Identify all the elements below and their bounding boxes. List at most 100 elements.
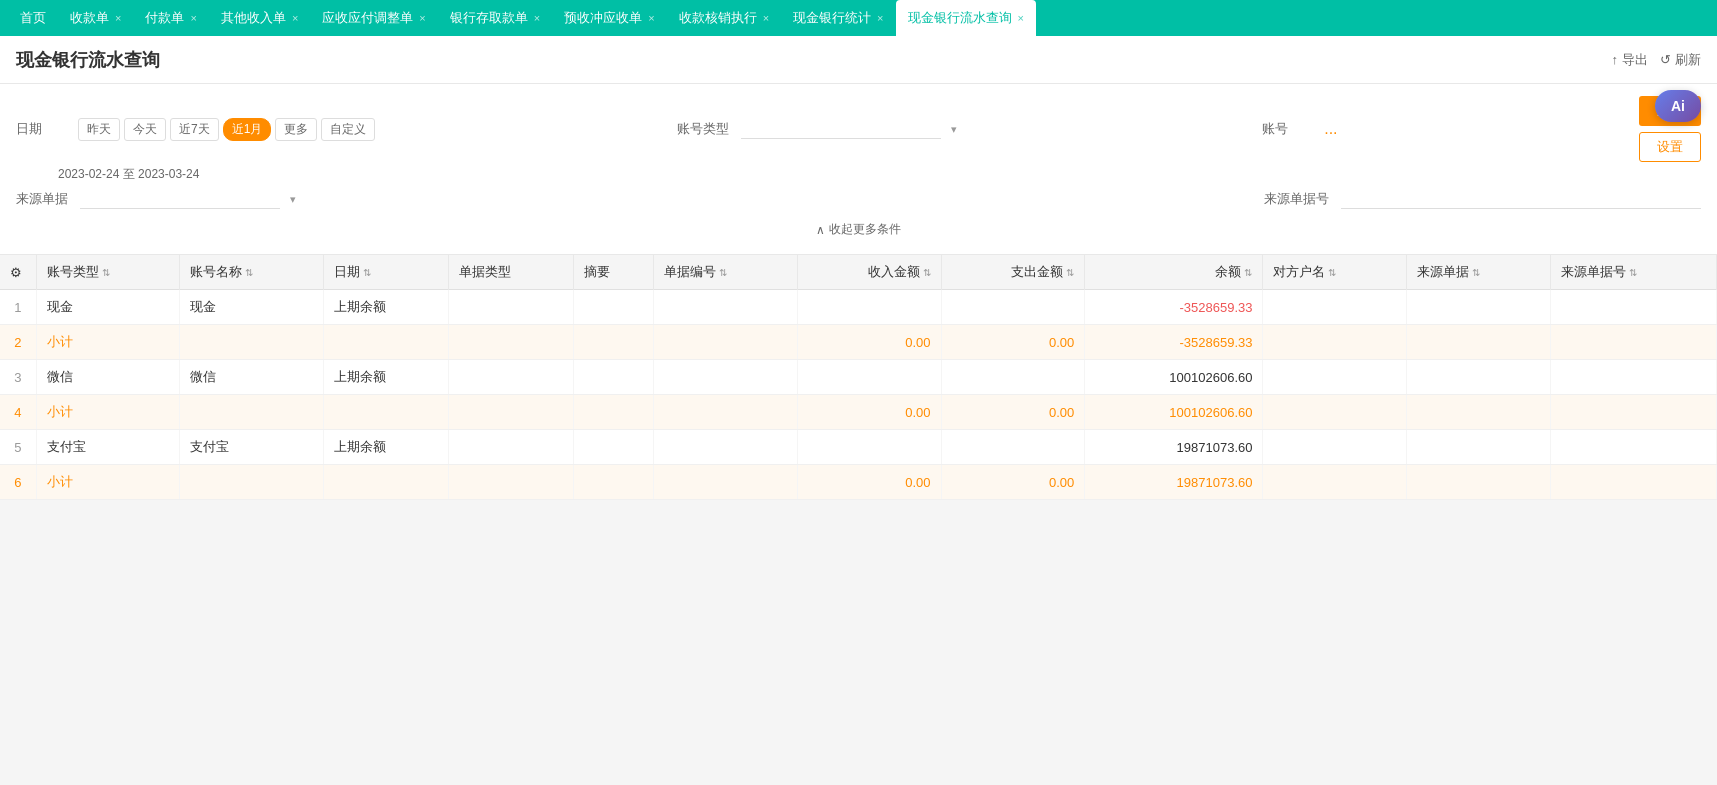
sort-icon-account-type[interactable]: ⇅	[102, 267, 110, 278]
nav-prepay[interactable]: 预收冲应收单 ×	[552, 0, 666, 36]
cell-account-type: 小计	[36, 395, 180, 430]
sort-icon-balance[interactable]: ⇅	[1244, 267, 1252, 278]
nav-prepay-close[interactable]: ×	[648, 0, 654, 36]
sort-icon-source-doc-no[interactable]: ⇅	[1629, 267, 1637, 278]
nav-fukuan[interactable]: 付款单 ×	[133, 0, 208, 36]
export-icon: ↑	[1612, 52, 1619, 67]
col-income: 收入金额⇅	[797, 255, 941, 290]
filter-row-2: 来源单据 来源单据号	[16, 189, 1701, 209]
sort-icon-account-name[interactable]: ⇅	[245, 267, 253, 278]
cell-date	[323, 325, 448, 360]
source-doc-label: 来源单据	[16, 190, 68, 208]
account-label: 账号	[1262, 120, 1312, 138]
cell-expense: 0.00	[941, 325, 1085, 360]
nav-adjust-label: 应收应付调整单	[322, 0, 413, 36]
cell-counterparty	[1263, 325, 1407, 360]
page-title: 现金银行流水查询	[16, 48, 160, 72]
cell-expense	[941, 360, 1085, 395]
date-btn-today[interactable]: 今天	[124, 118, 166, 141]
nav-cashflow[interactable]: 现金银行流水查询 ×	[896, 0, 1036, 36]
nav-stats-close[interactable]: ×	[877, 0, 883, 36]
collapse-bar[interactable]: ∧ 收起更多条件	[16, 217, 1701, 242]
table-row: 1现金现金上期余额-3528659.33	[0, 290, 1717, 325]
cell-doc-no	[654, 465, 798, 500]
col-source-doc: 来源单据⇅	[1407, 255, 1551, 290]
sort-icon-income[interactable]: ⇅	[923, 267, 931, 278]
nav-adjust-close[interactable]: ×	[419, 0, 425, 36]
cell-income	[797, 430, 941, 465]
date-btn-week[interactable]: 近7天	[170, 118, 219, 141]
nav-home[interactable]: 首页	[8, 0, 58, 36]
nav-collection-close[interactable]: ×	[763, 0, 769, 36]
account-dots[interactable]: ...	[1324, 120, 1337, 138]
nav-fukuan-close[interactable]: ×	[190, 0, 196, 36]
nav-stats[interactable]: 现金银行统计 ×	[781, 0, 895, 36]
row-number: 2	[0, 325, 36, 360]
col-summary: 摘要	[573, 255, 653, 290]
cell-doc-no	[654, 325, 798, 360]
nav-bank-deposit-close[interactable]: ×	[534, 0, 540, 36]
cell-source-doc-no	[1550, 395, 1716, 430]
export-button[interactable]: ↑ 导出	[1612, 51, 1649, 69]
sort-icon-date[interactable]: ⇅	[363, 267, 371, 278]
nav-other-income-close[interactable]: ×	[292, 0, 298, 36]
row-number: 5	[0, 430, 36, 465]
cell-account-name: 支付宝	[180, 430, 324, 465]
sort-icon-counterparty[interactable]: ⇅	[1328, 267, 1336, 278]
cell-income	[797, 360, 941, 395]
cell-expense	[941, 290, 1085, 325]
row-number: 1	[0, 290, 36, 325]
cell-income: 0.00	[797, 325, 941, 360]
cell-account-name	[180, 465, 324, 500]
account-type-select[interactable]	[741, 119, 941, 139]
nav-collection[interactable]: 收款核销执行 ×	[667, 0, 781, 36]
cell-date: 上期余额	[323, 360, 448, 395]
row-number: 3	[0, 360, 36, 395]
sort-icon-doc-no[interactable]: ⇅	[719, 267, 727, 278]
nav-adjust[interactable]: 应收应付调整单 ×	[310, 0, 437, 36]
cell-source-doc-no	[1550, 290, 1716, 325]
col-settings[interactable]: ⚙	[0, 255, 36, 290]
nav-other-income[interactable]: 其他收入单 ×	[209, 0, 310, 36]
date-btn-yesterday[interactable]: 昨天	[78, 118, 120, 141]
cell-summary	[573, 360, 653, 395]
date-btn-month[interactable]: 近1月	[223, 118, 272, 141]
settings-button[interactable]: 设置	[1639, 132, 1701, 162]
col-doc-type: 单据类型	[448, 255, 573, 290]
col-settings-icon: ⚙	[10, 265, 22, 280]
source-doc-select[interactable]	[80, 189, 280, 209]
cell-income	[797, 290, 941, 325]
date-range-display: 2023-02-24 至 2023-03-24	[58, 167, 199, 181]
nav-shoukuan-label: 收款单	[70, 0, 109, 36]
cell-source-doc-no	[1550, 360, 1716, 395]
cell-account-type: 小计	[36, 325, 180, 360]
nav-home-label: 首页	[20, 0, 46, 36]
date-btn-more[interactable]: 更多	[275, 118, 317, 141]
nav-other-income-label: 其他收入单	[221, 0, 286, 36]
row-number: 4	[0, 395, 36, 430]
date-btn-custom[interactable]: 自定义	[321, 118, 375, 141]
cell-summary	[573, 325, 653, 360]
cell-summary	[573, 395, 653, 430]
cell-account-name	[180, 395, 324, 430]
nav-bank-deposit[interactable]: 银行存取款单 ×	[438, 0, 552, 36]
cell-balance: 100102606.60	[1085, 395, 1263, 430]
cell-account-type: 小计	[36, 465, 180, 500]
cell-source-doc	[1407, 290, 1551, 325]
nav-cashflow-close[interactable]: ×	[1018, 0, 1024, 36]
nav-shoukuan-close[interactable]: ×	[115, 0, 121, 36]
cell-date: 上期余额	[323, 430, 448, 465]
nav-shoukuan[interactable]: 收款单 ×	[58, 0, 133, 36]
ai-badge[interactable]: Ai	[1655, 90, 1701, 122]
refresh-button[interactable]: ↺ 刷新	[1660, 51, 1701, 69]
table-body: 1现金现金上期余额-3528659.332小计0.000.00-3528659.…	[0, 290, 1717, 500]
cell-summary	[573, 290, 653, 325]
cell-balance: 19871073.60	[1085, 430, 1263, 465]
cell-account-type: 现金	[36, 290, 180, 325]
sort-icon-source-doc[interactable]: ⇅	[1472, 267, 1480, 278]
sort-icon-expense[interactable]: ⇅	[1066, 267, 1074, 278]
cell-balance: 100102606.60	[1085, 360, 1263, 395]
col-source-doc-no: 来源单据号⇅	[1550, 255, 1716, 290]
nav-stats-label: 现金银行统计	[793, 0, 871, 36]
source-doc-no-input[interactable]	[1341, 189, 1701, 209]
